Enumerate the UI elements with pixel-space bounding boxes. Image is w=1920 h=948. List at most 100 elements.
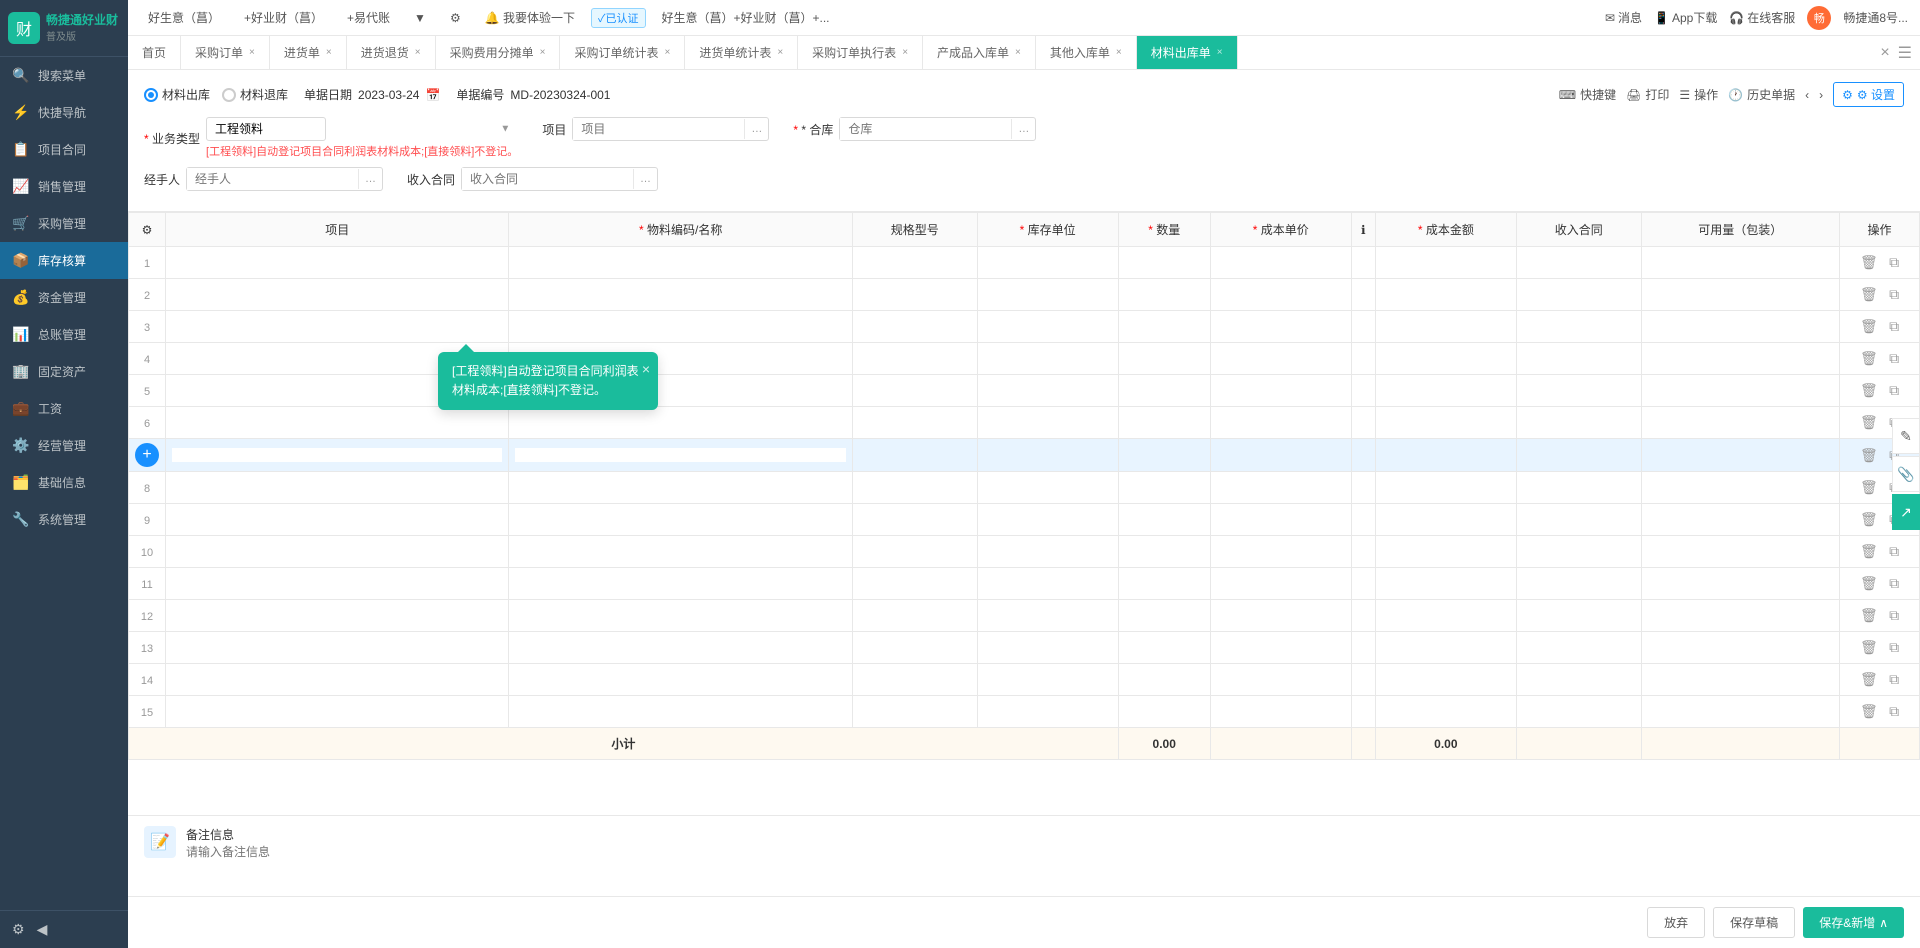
sidebar-item-project[interactable]: 📋 项目合同: [0, 131, 128, 168]
delete-row-btn[interactable]: 🗑: [1856, 669, 1882, 690]
copy-row-btn[interactable]: ⧉: [1885, 573, 1903, 594]
income-contract-dots-btn[interactable]: …: [633, 169, 657, 189]
topbar-experience[interactable]: 🔔 我要体验一下: [477, 5, 583, 30]
settings-action-btn[interactable]: ⚙ ⚙ 设置: [1833, 82, 1904, 107]
copy-row-btn[interactable]: ⧉: [1885, 316, 1903, 337]
tab-purchase-expense[interactable]: 采购费用分摊单 ×: [436, 36, 561, 69]
handler-dots-btn[interactable]: …: [358, 169, 382, 189]
delete-row-btn[interactable]: 🗑: [1856, 605, 1882, 626]
topbar-yidaili[interactable]: +易代账: [339, 5, 398, 30]
sidebar-item-search[interactable]: 🔍 搜索菜单: [0, 57, 128, 94]
tab-incoming-close[interactable]: ×: [326, 47, 332, 58]
online-service-btn[interactable]: 🎧 在线客服: [1729, 9, 1795, 26]
sidebar-item-accounting[interactable]: 📊 总账管理: [0, 316, 128, 353]
project-dots-btn[interactable]: …: [744, 119, 768, 139]
handler-input[interactable]: [187, 168, 358, 190]
notes-textarea[interactable]: [186, 843, 786, 883]
username-label[interactable]: 畅捷通8号...: [1843, 9, 1908, 26]
sidebar-item-finance[interactable]: 💰 资金管理: [0, 279, 128, 316]
tab-production-in[interactable]: 产成品入库单 ×: [923, 36, 1036, 69]
col-settings-header[interactable]: ⚙: [129, 213, 166, 247]
topbar-haoshengyi[interactable]: 好生意（菖）: [140, 5, 228, 30]
operations-btn[interactable]: ☰ 操作: [1679, 86, 1718, 103]
right-tool-1[interactable]: ✎: [1892, 418, 1920, 454]
tab-purchase-exec-close[interactable]: ×: [902, 47, 908, 58]
calendar-icon[interactable]: 📅: [425, 88, 440, 102]
save-new-btn[interactable]: 保存&新增 ∧: [1803, 907, 1904, 938]
sidebar-item-sales[interactable]: 📈 销售管理: [0, 168, 128, 205]
sidebar-item-operations[interactable]: ⚙️ 经营管理: [0, 427, 128, 464]
row-project-input[interactable]: [172, 448, 502, 462]
collapse-icon[interactable]: ◀: [37, 921, 48, 938]
delete-row-btn[interactable]: 🗑: [1856, 541, 1882, 562]
tab-incoming-stats-close[interactable]: ×: [777, 47, 783, 58]
row-project-cell[interactable]: [166, 439, 509, 472]
delete-row-btn[interactable]: 🗑: [1856, 445, 1882, 466]
warehouse-input[interactable]: [840, 118, 1011, 140]
user-avatar[interactable]: 畅: [1807, 6, 1831, 30]
delete-row-btn[interactable]: 🗑: [1856, 252, 1882, 273]
app-download-btn[interactable]: 📱 App下载: [1654, 9, 1717, 26]
project-input[interactable]: [573, 118, 744, 140]
sidebar-item-assets[interactable]: 🏢 固定资产: [0, 353, 128, 390]
delete-row-btn[interactable]: 🗑: [1856, 701, 1882, 722]
tab-incoming-stats[interactable]: 进货单统计表 ×: [685, 36, 798, 69]
row-material-input[interactable]: [515, 448, 845, 462]
business-type-select[interactable]: 工程领料: [206, 117, 326, 141]
delete-row-btn[interactable]: 🗑: [1856, 412, 1882, 433]
right-tool-3[interactable]: ↗: [1892, 494, 1920, 530]
delete-row-btn[interactable]: 🗑: [1856, 573, 1882, 594]
tab-purchase-stats-close[interactable]: ×: [664, 47, 670, 58]
tab-other-in-close[interactable]: ×: [1116, 47, 1122, 58]
delete-row-btn[interactable]: 🗑: [1856, 637, 1882, 658]
sidebar-item-system[interactable]: 🔧 系统管理: [0, 501, 128, 538]
warehouse-dots-btn[interactable]: …: [1011, 119, 1035, 139]
discard-btn[interactable]: 放弃: [1647, 907, 1705, 938]
shortcut-btn[interactable]: ⌨ 快捷键: [1559, 86, 1616, 103]
tab-incoming-return[interactable]: 进货退货 ×: [347, 36, 436, 69]
radio-material-out[interactable]: 材料出库: [144, 86, 210, 103]
message-btn[interactable]: ✉ 消息: [1605, 9, 1642, 26]
copy-row-btn[interactable]: ⧉: [1885, 605, 1903, 626]
history-btn[interactable]: 🕐 历史单据: [1728, 86, 1795, 103]
tab-purchase-expense-close[interactable]: ×: [540, 47, 546, 58]
delete-row-btn[interactable]: 🗑: [1856, 477, 1882, 498]
delete-row-btn[interactable]: 🗑: [1856, 284, 1882, 305]
sidebar-item-payroll[interactable]: 💼 工资: [0, 390, 128, 427]
copy-row-btn[interactable]: ⧉: [1885, 669, 1903, 690]
tab-home[interactable]: 首页: [128, 36, 181, 69]
topbar-plus1[interactable]: +好业财（菖）: [236, 5, 331, 30]
income-contract-input[interactable]: [462, 168, 633, 190]
tab-purchase-stats[interactable]: 采购订单统计表 ×: [560, 36, 685, 69]
tab-purchase-order[interactable]: 采购订单 ×: [181, 36, 270, 69]
sidebar-item-purchase[interactable]: 🛒 采购管理: [0, 205, 128, 242]
tab-purchase-order-close[interactable]: ×: [249, 47, 255, 58]
delete-row-btn[interactable]: 🗑: [1856, 348, 1882, 369]
delete-row-btn[interactable]: 🗑: [1856, 316, 1882, 337]
tab-material-out[interactable]: 材料出库单 ×: [1137, 36, 1238, 69]
sidebar-item-shortcut[interactable]: ⚡ 快捷导航: [0, 94, 128, 131]
delete-row-btn[interactable]: 🗑: [1856, 380, 1882, 401]
tooltip-close-btn[interactable]: ×: [642, 358, 650, 380]
prev-btn[interactable]: ‹: [1805, 88, 1809, 102]
close-tab-btn[interactable]: ×: [1880, 44, 1889, 62]
tab-other-in[interactable]: 其他入库单 ×: [1036, 36, 1137, 69]
copy-row-btn[interactable]: ⧉: [1885, 701, 1903, 722]
copy-row-btn[interactable]: ⧉: [1885, 252, 1903, 273]
row-material-cell[interactable]: [509, 439, 852, 472]
copy-row-btn[interactable]: ⧉: [1885, 541, 1903, 562]
more-tabs-btn[interactable]: ☰: [1898, 43, 1912, 63]
tab-material-out-close[interactable]: ×: [1217, 47, 1223, 58]
topbar-more-dropdown[interactable]: ▼: [406, 7, 434, 29]
copy-row-btn[interactable]: ⧉: [1885, 637, 1903, 658]
delete-row-btn[interactable]: 🗑: [1856, 509, 1882, 530]
tab-incoming-return-close[interactable]: ×: [415, 47, 421, 58]
right-tool-2[interactable]: 📎: [1892, 456, 1920, 492]
topbar-accounts[interactable]: 好生意（菖）+好业财（菖）+...: [654, 5, 838, 30]
tab-production-in-close[interactable]: ×: [1015, 47, 1021, 58]
tab-incoming[interactable]: 进货单 ×: [270, 36, 347, 69]
tab-purchase-exec[interactable]: 采购订单执行表 ×: [798, 36, 923, 69]
next-btn[interactable]: ›: [1819, 88, 1823, 102]
add-row-btn[interactable]: +: [135, 443, 159, 467]
copy-row-btn[interactable]: ⧉: [1885, 348, 1903, 369]
